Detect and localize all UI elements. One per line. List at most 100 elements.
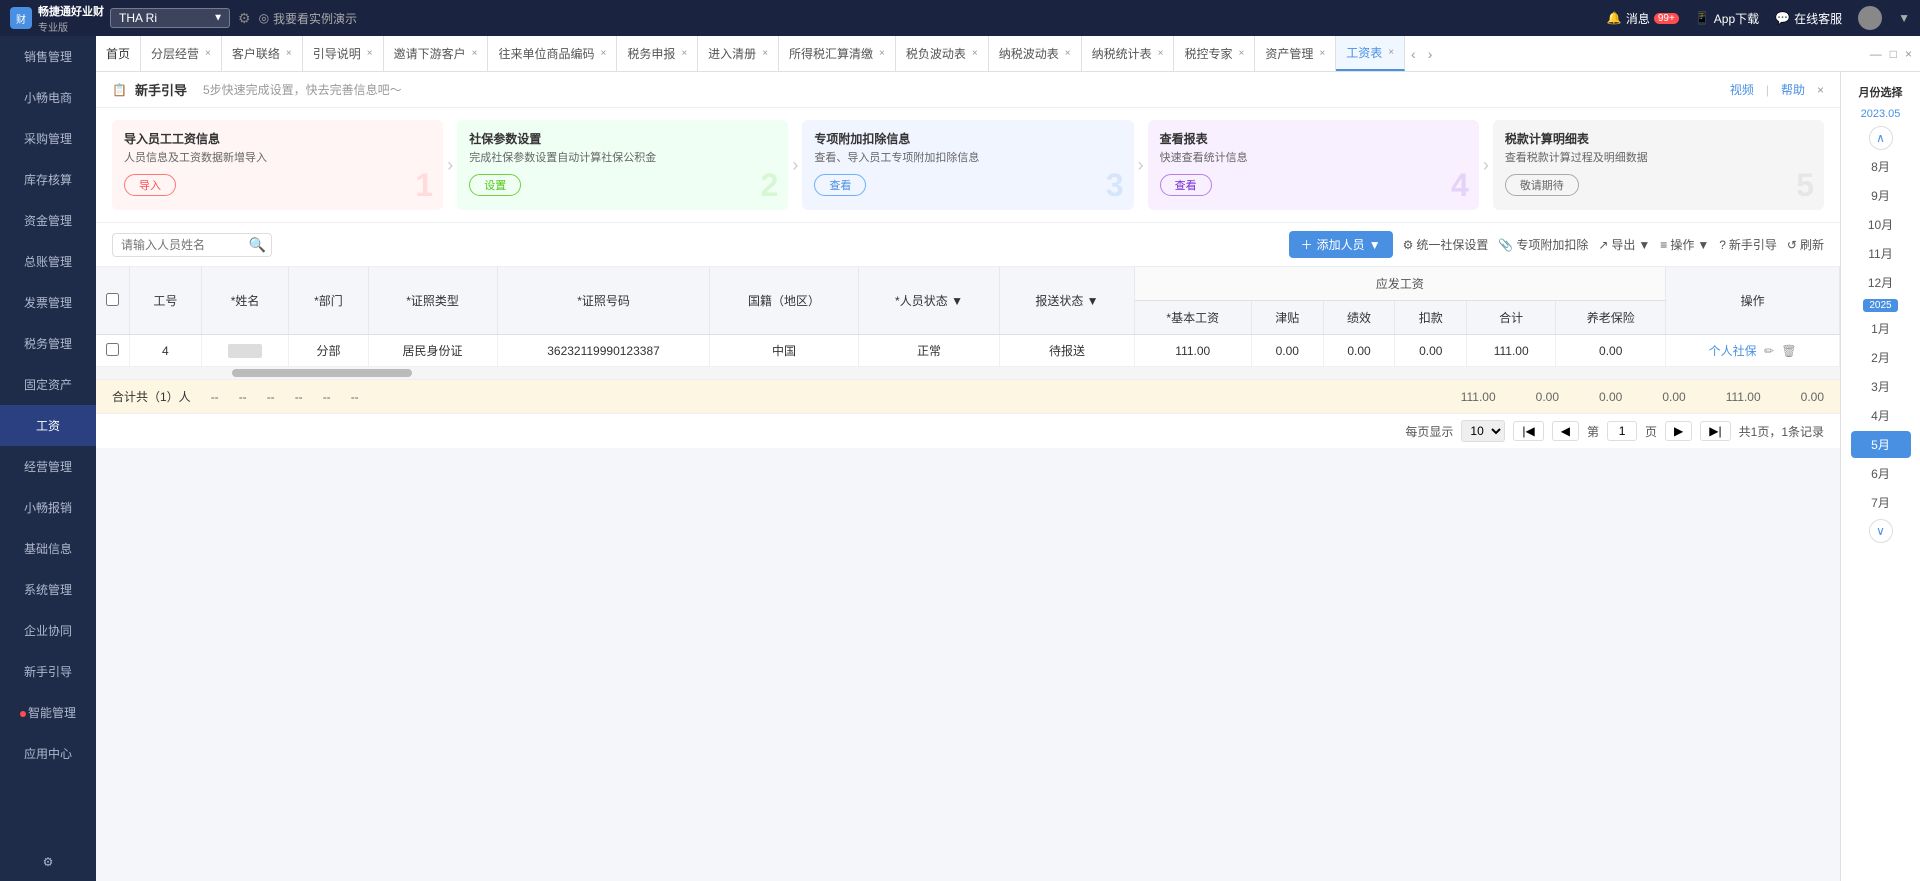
step-2-btn[interactable]: 设置 <box>469 174 521 196</box>
row-op-delete-icon[interactable]: 🗑 <box>1781 344 1796 358</box>
last-page-btn[interactable]: ▶| <box>1700 421 1730 441</box>
special-deduction-btn[interactable]: 📎 专项附加扣除 <box>1498 236 1588 253</box>
tab-tax-stats[interactable]: 纳税统计表× <box>1082 36 1175 71</box>
tab-close-tax-burden[interactable]: × <box>972 48 978 59</box>
app-download-btn[interactable]: 📱 App下载 <box>1695 10 1759 27</box>
guide-close-btn[interactable]: × <box>1817 83 1824 97</box>
page-input[interactable] <box>1607 421 1637 441</box>
tab-close-clearance[interactable]: × <box>762 48 768 59</box>
sidebar-settings-btn[interactable]: ⚙ <box>0 843 96 881</box>
sidebar-item-enterprise[interactable]: 企业协同 <box>0 610 96 651</box>
step-4-btn[interactable]: 查看 <box>1160 174 1212 196</box>
month-3[interactable]: 3月 <box>1851 373 1911 400</box>
sidebar-item-inventory[interactable]: 库存核算 <box>0 159 96 200</box>
tab-tax-report[interactable]: 税务申报× <box>617 36 698 71</box>
report-filter-icon[interactable]: ▼ <box>1087 294 1099 308</box>
status-filter-icon[interactable]: ▼ <box>951 294 963 308</box>
month-6[interactable]: 6月 <box>1851 460 1911 487</box>
notification-btn[interactable]: 🔔 消息 99+ <box>1607 10 1679 27</box>
user-menu-icon[interactable]: ▼ <box>1898 11 1910 25</box>
tab-close-tax-expert[interactable]: × <box>1238 48 1244 59</box>
next-page-btn[interactable]: ▶ <box>1665 421 1692 441</box>
refresh-btn[interactable]: ↺ 刷新 <box>1787 236 1824 253</box>
tab-guide-desc[interactable]: 引导说明× <box>303 36 384 71</box>
sidebar-item-reimbursement[interactable]: 小畅报销 <box>0 487 96 528</box>
sidebar-item-purchase[interactable]: 采购管理 <box>0 118 96 159</box>
sidebar-item-system[interactable]: 系统管理 <box>0 569 96 610</box>
sidebar-item-ai[interactable]: 智能管理 <box>0 692 96 733</box>
newbie-guide-btn[interactable]: ? 新手引导 <box>1719 236 1777 253</box>
select-all-checkbox[interactable] <box>106 293 119 306</box>
tab-close-tax-report[interactable]: × <box>681 48 687 59</box>
tab-close-tax-fluctuation[interactable]: × <box>1065 48 1071 59</box>
month-9[interactable]: 9月 <box>1851 182 1911 209</box>
tab-invite[interactable]: 邀请下游客户× <box>384 36 489 71</box>
scrollbar-thumb[interactable] <box>232 369 412 377</box>
month-11[interactable]: 11月 <box>1851 240 1911 267</box>
tab-close-income-tax[interactable]: × <box>879 48 885 59</box>
horizontal-scrollbar[interactable] <box>96 367 1840 379</box>
month-7[interactable]: 7月 <box>1851 489 1911 516</box>
tab-assets[interactable]: 资产管理× <box>1255 36 1336 71</box>
user-avatar[interactable] <box>1858 6 1882 30</box>
tab-home[interactable]: 首页 <box>96 36 141 71</box>
page-size-select[interactable]: 10 20 50 <box>1461 420 1505 442</box>
tab-maximize-btn[interactable]: □ <box>1890 47 1897 61</box>
month-1[interactable]: 1月 <box>1851 315 1911 342</box>
guide-video-btn[interactable]: 视频 <box>1730 81 1754 98</box>
tab-tax-expert[interactable]: 税控专家× <box>1174 36 1255 71</box>
tab-close-payroll[interactable]: × <box>1388 47 1394 58</box>
online-service-btn[interactable]: 💬 在线客服 <box>1775 10 1842 27</box>
month-8[interactable]: 8月 <box>1851 153 1911 180</box>
month-up-btn[interactable]: ∧ <box>1869 126 1893 150</box>
prev-page-btn[interactable]: ◀ <box>1552 421 1579 441</box>
sidebar-item-apps[interactable]: 应用中心 <box>0 733 96 774</box>
sidebar-item-invoice[interactable]: 发票管理 <box>0 282 96 323</box>
step-1-btn[interactable]: 导入 <box>124 174 176 196</box>
tab-close-crm[interactable]: × <box>286 48 292 59</box>
company-selector[interactable]: THA Ri ▼ <box>110 8 230 28</box>
row-op-edit-icon[interactable]: ✏ <box>1764 344 1774 358</box>
month-12[interactable]: 12月 <box>1851 269 1911 296</box>
tab-minimize-btn[interactable]: — <box>1870 47 1882 61</box>
social-insurance-btn[interactable]: ⚙ 统一社保设置 <box>1403 236 1489 253</box>
tab-layered[interactable]: 分层经营× <box>141 36 222 71</box>
add-person-btn[interactable]: ＋ 添加人员 ▼ <box>1289 231 1393 258</box>
guide-help-btn[interactable]: 帮助 <box>1781 81 1805 98</box>
tab-close-assets[interactable]: × <box>1319 48 1325 59</box>
sidebar-item-basic-info[interactable]: 基础信息 <box>0 528 96 569</box>
month-4[interactable]: 4月 <box>1851 402 1911 429</box>
sidebar-item-tax[interactable]: 税务管理 <box>0 323 96 364</box>
first-page-btn[interactable]: |◀ <box>1513 421 1543 441</box>
tab-close-invite[interactable]: × <box>472 48 478 59</box>
month-down-btn[interactable]: ∨ <box>1869 519 1893 543</box>
export-btn[interactable]: ↗ 导出 ▼ <box>1598 236 1650 253</box>
step-5-btn[interactable]: 敬请期待 <box>1505 174 1579 196</box>
sidebar-item-assets[interactable]: 固定资产 <box>0 364 96 405</box>
tab-close-guide-desc[interactable]: × <box>367 48 373 59</box>
tab-tax-fluctuation[interactable]: 纳税波动表× <box>989 36 1082 71</box>
tab-close-tax-stats[interactable]: × <box>1158 48 1164 59</box>
demo-btn[interactable]: ◎ 我要看实例演示 <box>259 10 358 27</box>
sidebar-item-operations[interactable]: 经营管理 <box>0 446 96 487</box>
tab-prev-btn[interactable]: ‹ <box>1405 46 1422 62</box>
sidebar-item-ecommerce[interactable]: 小畅电商 <box>0 77 96 118</box>
sidebar-item-guide[interactable]: 新手引导 <box>0 651 96 692</box>
tab-close-product-code[interactable]: × <box>600 48 606 59</box>
month-5[interactable]: 5月 <box>1851 431 1911 458</box>
step-3-btn[interactable]: 查看 <box>814 174 866 196</box>
sidebar-item-payroll[interactable]: 工资 <box>0 405 96 446</box>
tab-crm[interactable]: 客户联络× <box>222 36 303 71</box>
row-select-checkbox[interactable] <box>106 343 119 356</box>
tab-close-all-btn[interactable]: × <box>1905 47 1912 61</box>
tab-income-tax[interactable]: 所得税汇算清缴× <box>779 36 896 71</box>
operations-btn[interactable]: ≡ 操作 ▼ <box>1660 236 1709 253</box>
month-2[interactable]: 2月 <box>1851 344 1911 371</box>
month-10[interactable]: 10月 <box>1851 211 1911 238</box>
tab-clearance[interactable]: 进入清册× <box>698 36 779 71</box>
tab-next-btn[interactable]: › <box>1422 46 1439 62</box>
sidebar-item-finance[interactable]: 资金管理 <box>0 200 96 241</box>
sidebar-item-sales[interactable]: 销售管理 <box>0 36 96 77</box>
search-icon[interactable]: 🔍 <box>249 236 266 253</box>
settings-icon[interactable]: ⚙ <box>238 10 251 27</box>
